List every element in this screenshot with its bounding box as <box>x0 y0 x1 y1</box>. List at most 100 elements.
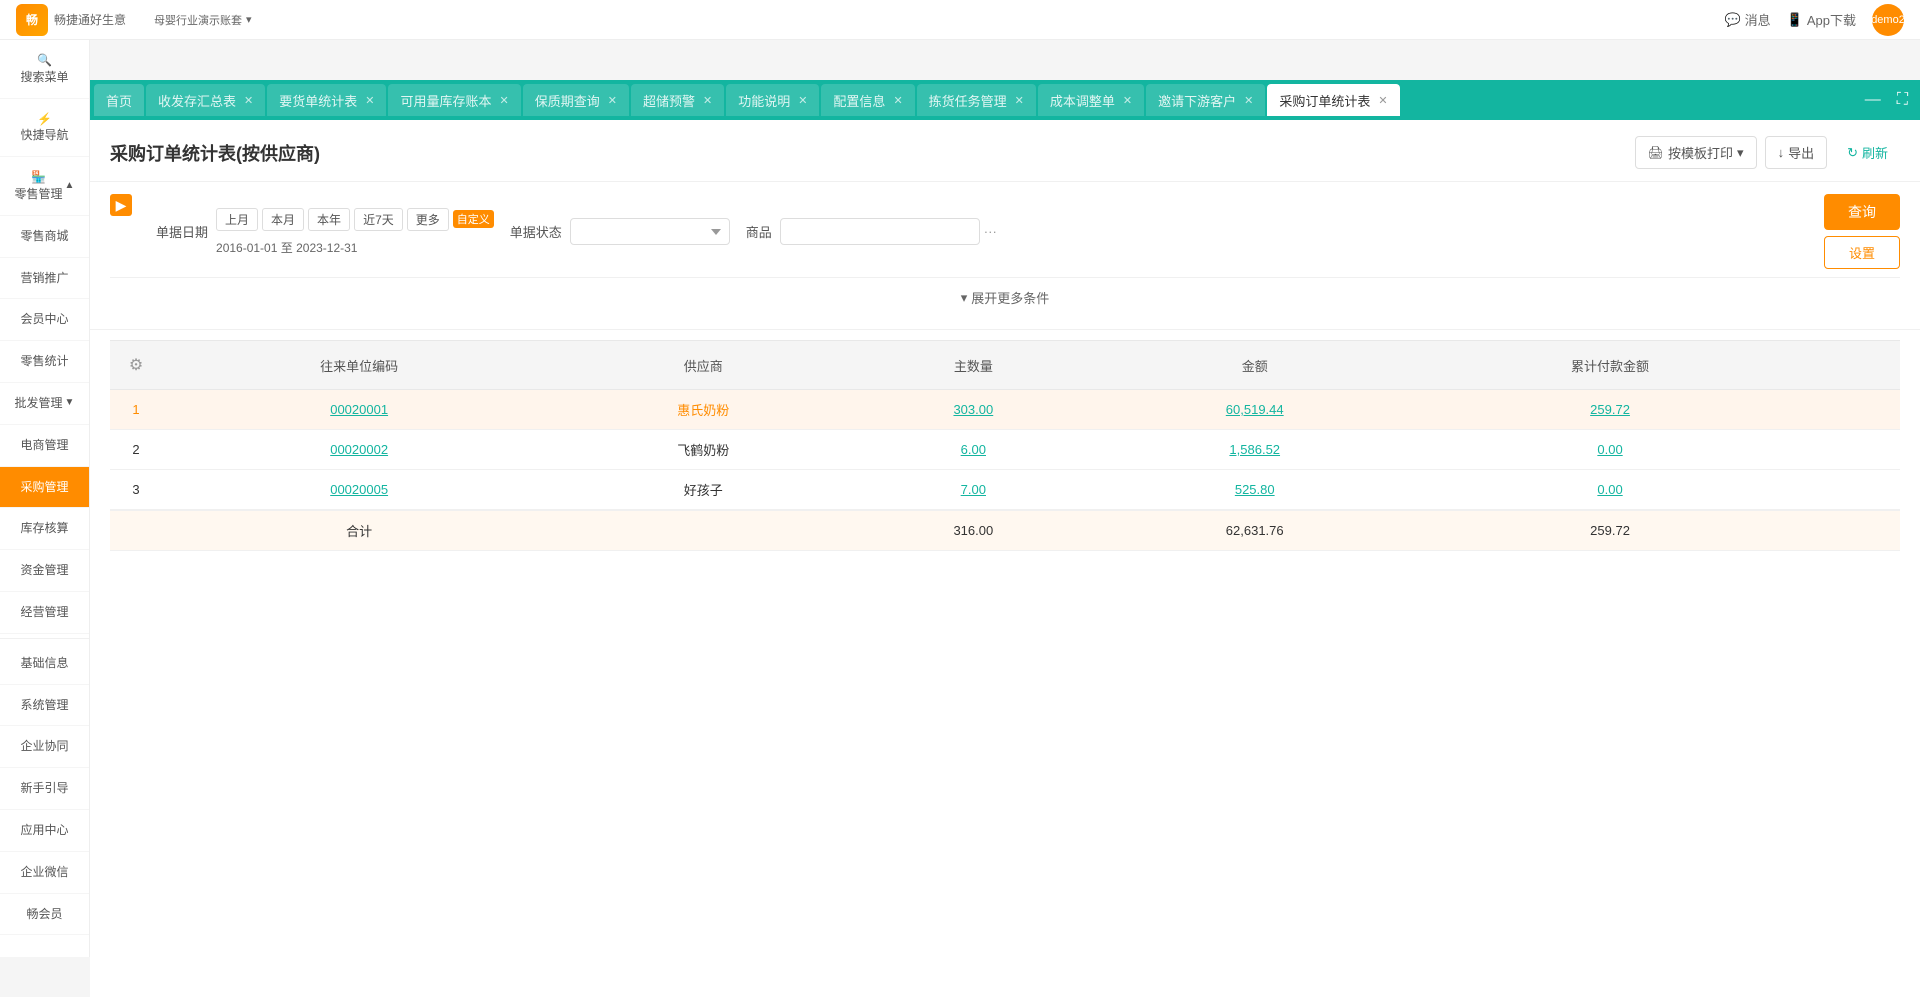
cell-paid-3: 0.00 <box>1413 470 1807 511</box>
tab-purchase-order-stats[interactable]: 采购订单统计表 ✕ <box>1267 84 1399 116</box>
sidebar-item-quick-nav[interactable]: ⚡ 快捷导航 <box>0 99 89 158</box>
status-select[interactable] <box>570 218 730 245</box>
tab-close-warranty-query[interactable]: ✕ <box>608 94 617 107</box>
query-button[interactable]: 查询 <box>1824 194 1900 230</box>
page-header: 采购订单统计表(按供应商) 🖨 按模板打印 ▾ ↓ 导出 ↻ 刷新 <box>90 120 1920 182</box>
sidebar-item-retail-stats[interactable]: 零售统计 <box>0 341 89 383</box>
tab-close-config-info[interactable]: ✕ <box>893 94 902 107</box>
date-this-year-btn[interactable]: 本年 <box>308 208 350 231</box>
quick-nav-icon: ⚡ <box>8 111 81 128</box>
sidebar-item-ecommerce[interactable]: 电商管理 <box>0 425 89 467</box>
filter-content: 单据日期 上月 本月 本年 近7天 更多 自定义 <box>156 194 1900 269</box>
tab-close-goods-stats[interactable]: ✕ <box>365 94 374 107</box>
tab-close-purchase-order-stats[interactable]: ✕ <box>1378 94 1387 107</box>
table-row: 1 00020001 惠氏奶粉 303.00 60,519.44 259.72 <box>110 390 1900 430</box>
expand-more-btn[interactable]: ▾ 展开更多条件 <box>953 286 1058 309</box>
tab-bar-actions: — ⛶ <box>1861 89 1916 111</box>
tab-overstock-warning[interactable]: 超储预警 ✕ <box>631 84 724 116</box>
tab-close-receive-summary[interactable]: ✕ <box>244 94 253 107</box>
sidebar-item-basic-info[interactable]: 基础信息 <box>0 643 89 685</box>
table-settings-icon[interactable]: ⚙ <box>122 351 150 379</box>
footer-paid: 259.72 <box>1413 510 1807 551</box>
refresh-button[interactable]: ↻ 刷新 <box>1835 137 1900 168</box>
col-code-header: 往来单位编码 <box>162 341 556 390</box>
top-bar-left: 畅 畅捷通好生意 母婴行业演示账套 ▾ <box>16 4 252 36</box>
refresh-icon: ↻ <box>1847 145 1858 161</box>
tab-maximize-btn[interactable]: ⛶ <box>1893 89 1912 111</box>
tab-cost-adjust[interactable]: 成本调整单 ✕ <box>1038 84 1144 116</box>
sidebar-item-purchase-mgmt[interactable]: 采购管理 <box>0 467 89 509</box>
logo-icon: 畅 <box>16 4 48 36</box>
cell-no-3: 3 <box>110 470 162 511</box>
sidebar-item-new-guide[interactable]: 新手引导 <box>0 768 89 810</box>
tab-close-invite-downstream[interactable]: ✕ <box>1244 94 1253 107</box>
sidebar-item-membership[interactable]: 畅会员 <box>0 894 89 936</box>
tab-inventory-account[interactable]: 可用量库存账本 ✕ <box>388 84 520 116</box>
main-wrapper: 首页 收发存汇总表 ✕ 要货单统计表 ✕ 可用量库存账本 ✕ 保质期查询 ✕ 超… <box>90 80 1920 997</box>
footer-label: 合计 <box>162 510 556 551</box>
tab-config-info[interactable]: 配置信息 ✕ <box>821 84 914 116</box>
sidebar-item-inventory[interactable]: 库存核算 <box>0 508 89 550</box>
tab-close-overstock-warning[interactable]: ✕ <box>703 94 712 107</box>
sidebar-item-enterprise-collab[interactable]: 企业协同 <box>0 726 89 768</box>
tab-pick-task[interactable]: 拣货任务管理 ✕ <box>917 84 1036 116</box>
message-action[interactable]: 💬 消息 <box>1724 10 1770 29</box>
template-print-button[interactable]: 🖨 按模板打印 ▾ <box>1635 136 1757 169</box>
tab-invite-downstream[interactable]: 邀请下游客户 ✕ <box>1146 84 1265 116</box>
sidebar-item-marketing[interactable]: 营销推广 <box>0 258 89 300</box>
tab-goods-stats[interactable]: 要货单统计表 ✕ <box>267 84 386 116</box>
export-icon: ↓ <box>1778 145 1785 160</box>
workspace-selector[interactable]: 母婴行业演示账套 ▾ <box>154 12 252 28</box>
cell-supplier-2: 飞鹤奶粉 <box>556 430 850 470</box>
toggle-filter-btn[interactable]: ▶ <box>110 194 132 216</box>
sidebar-item-retail-store[interactable]: 零售商城 <box>0 216 89 258</box>
table-header: ⚙ 往来单位编码 供应商 主数量 金额 累计付款金额 <box>110 341 1900 390</box>
tab-close-inventory-account[interactable]: ✕ <box>500 94 509 107</box>
cell-amount-2: 1,586.52 <box>1097 430 1413 470</box>
custom-date-badge: 自定义 <box>453 210 494 228</box>
data-table: ⚙ 往来单位编码 供应商 主数量 金额 累计付款金额 1 000200 <box>110 340 1900 551</box>
date-last-month-btn[interactable]: 上月 <box>216 208 258 231</box>
page-header-actions: 🖨 按模板打印 ▾ ↓ 导出 ↻ 刷新 <box>1635 136 1901 169</box>
sidebar-item-ops-mgmt[interactable]: 经营管理 <box>0 592 89 634</box>
sidebar-item-retail-mgmt[interactable]: 🏪 零售管理 ▲ <box>0 157 89 216</box>
table-footer-row: 合计 316.00 62,631.76 259.72 <box>110 510 1900 551</box>
export-button[interactable]: ↓ 导出 <box>1765 136 1828 169</box>
cell-extra-1 <box>1807 390 1900 430</box>
date-range-display: 2016-01-01 至 2023-12-31 <box>216 239 494 256</box>
date-last-7days-btn[interactable]: 近7天 <box>354 208 403 231</box>
tab-warranty-query[interactable]: 保质期查询 ✕ <box>523 84 629 116</box>
goods-more-icon[interactable]: ··· <box>984 224 997 239</box>
sidebar-item-app-center[interactable]: 应用中心 <box>0 810 89 852</box>
tab-close-cost-adjust[interactable]: ✕ <box>1123 94 1132 107</box>
sidebar-item-enterprise-wechat[interactable]: 企业微信 <box>0 852 89 894</box>
logo-text: 畅捷通好生意 <box>54 11 126 28</box>
cell-paid-1: 259.72 <box>1413 390 1807 430</box>
tab-close-func-desc[interactable]: ✕ <box>798 94 807 107</box>
sidebar-item-wholesale-mgmt[interactable]: 批发管理 ▼ <box>0 383 89 425</box>
app-download-action[interactable]: 📱 App下载 <box>1787 10 1856 29</box>
cell-code-3: 00020005 <box>162 470 556 511</box>
sidebar-item-member-center[interactable]: 会员中心 <box>0 299 89 341</box>
settings-button[interactable]: 设置 <box>1824 236 1900 269</box>
cell-extra-2 <box>1807 430 1900 470</box>
user-profile[interactable]: demo2 <box>1872 4 1904 36</box>
col-amount-header: 金额 <box>1097 341 1413 390</box>
sidebar-item-sys-mgmt[interactable]: 系统管理 <box>0 685 89 727</box>
sidebar-item-search[interactable]: 🔍 搜索菜单 <box>0 40 89 99</box>
col-supplier-header: 供应商 <box>556 341 850 390</box>
date-this-month-btn[interactable]: 本月 <box>262 208 304 231</box>
tab-home[interactable]: 首页 <box>94 84 144 116</box>
tab-receive-summary[interactable]: 收发存汇总表 ✕ <box>146 84 265 116</box>
avatar: demo2 <box>1872 4 1904 36</box>
tab-close-pick-task[interactable]: ✕ <box>1015 94 1024 107</box>
date-more-btn[interactable]: 更多 <box>407 208 449 231</box>
table-area: ⚙ 往来单位编码 供应商 主数量 金额 累计付款金额 1 000200 <box>90 340 1920 571</box>
cell-extra-3 <box>1807 470 1900 511</box>
tab-bar: 首页 收发存汇总表 ✕ 要货单统计表 ✕ 可用量库存账本 ✕ 保质期查询 ✕ 超… <box>90 80 1920 120</box>
goods-input[interactable] <box>780 218 980 245</box>
tab-func-desc[interactable]: 功能说明 ✕ <box>726 84 819 116</box>
sidebar-item-finance[interactable]: 资金管理 <box>0 550 89 592</box>
tab-minimize-btn[interactable]: — <box>1861 89 1885 111</box>
date-filter-group: 上月 本月 本年 近7天 更多 自定义 2016-01-01 至 <box>216 208 494 256</box>
